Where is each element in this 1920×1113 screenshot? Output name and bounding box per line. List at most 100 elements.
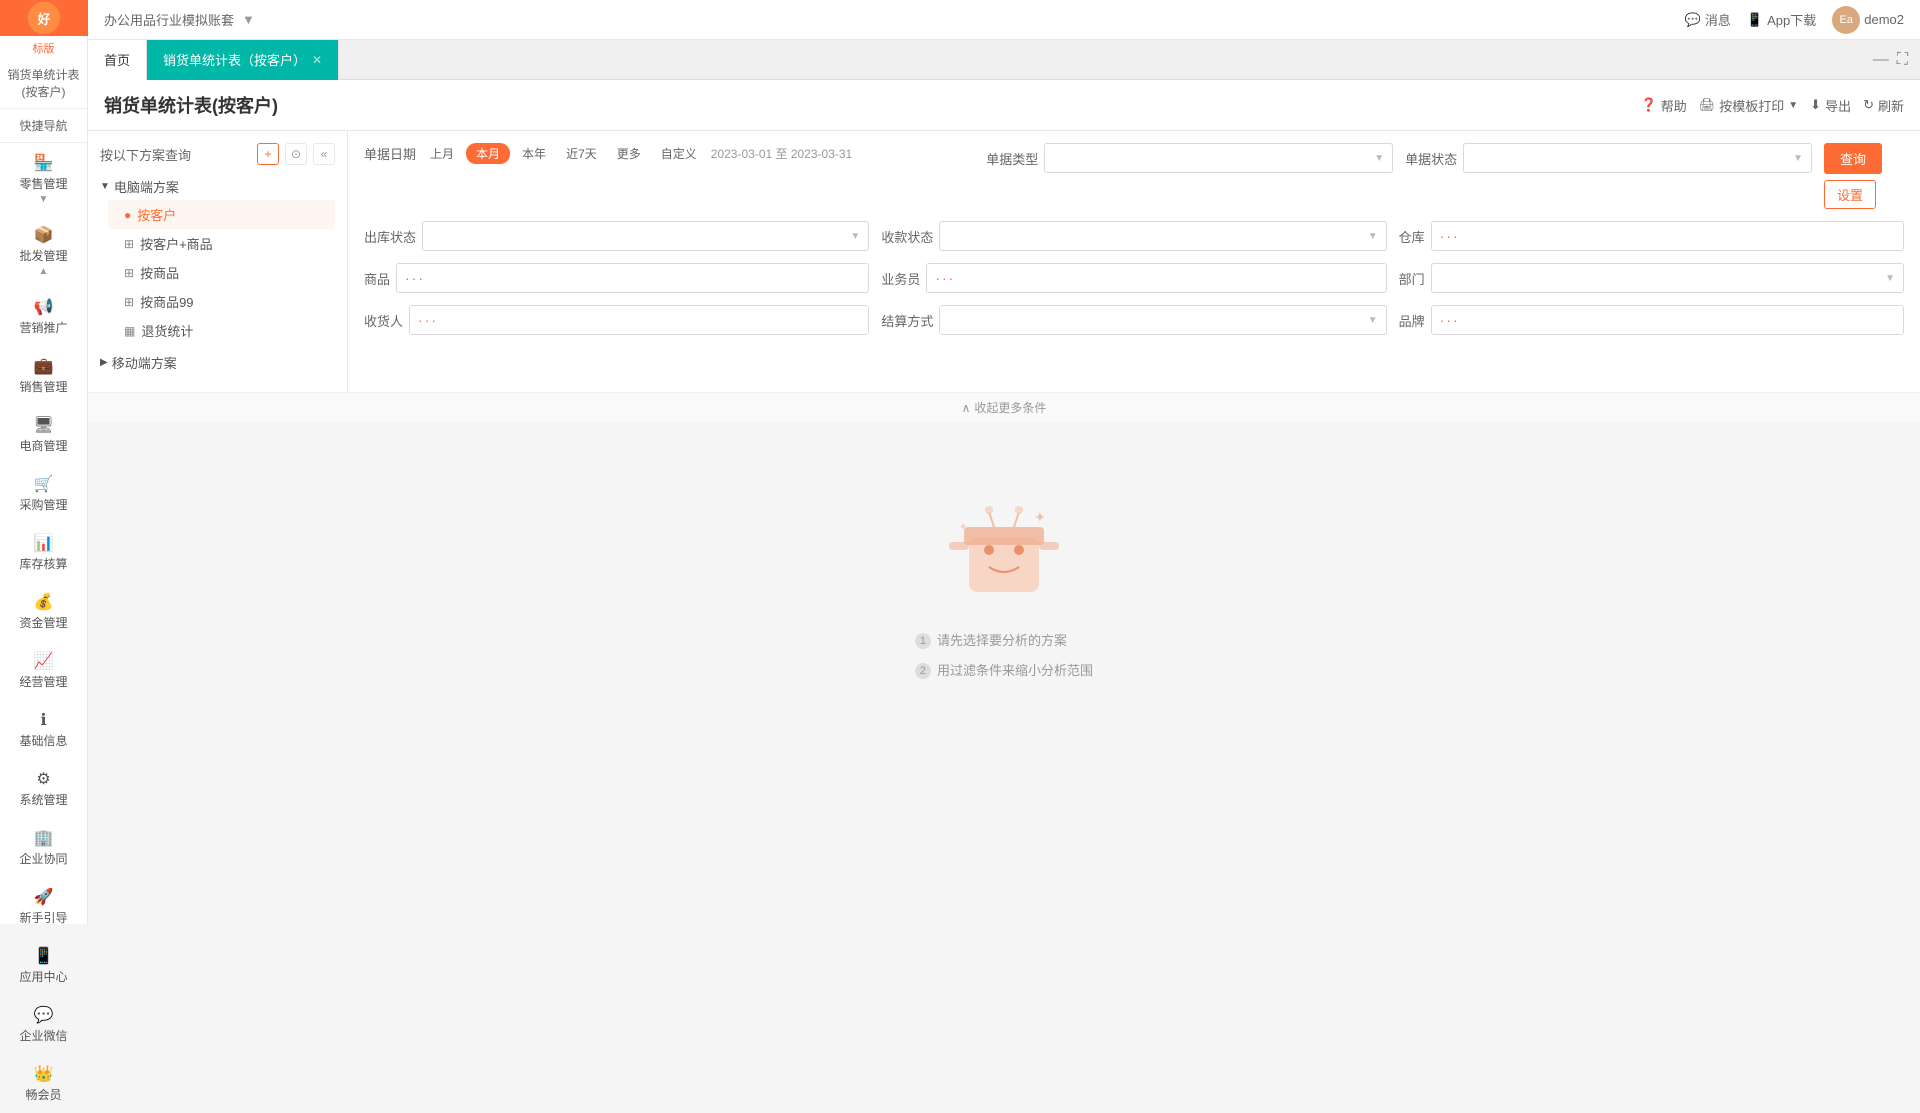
date-tab-last-7-days[interactable]: 近7天 xyxy=(558,143,605,164)
sidebar-item-retail[interactable]: 🏪 零售管理 ▼ xyxy=(0,143,87,215)
date-tab-this-year[interactable]: 本年 xyxy=(514,143,554,164)
sidebar-item-finance-label: 资金管理 xyxy=(19,614,67,631)
brand-input[interactable]: ··· xyxy=(1431,305,1904,335)
warehouse-input[interactable]: ··· xyxy=(1431,221,1904,251)
query-button[interactable]: 查询 xyxy=(1824,143,1882,174)
marketing-icon: 📢 xyxy=(34,297,54,317)
filter-edit-icon: ⊙ xyxy=(291,147,301,161)
header-page-title: 办公用品行业模拟账套 xyxy=(104,10,234,29)
settlement-input[interactable]: ▼ xyxy=(939,305,1386,335)
tab-close-btn[interactable]: ✕ xyxy=(312,53,322,67)
sidebar-item-sales[interactable]: 💼 销售管理 xyxy=(0,346,87,405)
brand-label: 品牌 xyxy=(1399,311,1425,330)
tab-home-label: 首页 xyxy=(104,50,130,69)
sidebar-item-system[interactable]: ⚙ 系统管理 xyxy=(0,759,87,818)
sidebar-item-operations[interactable]: 📈 经营管理 xyxy=(0,641,87,700)
empty-illustration: ✦ ✦ xyxy=(939,482,1069,612)
doc-type-input[interactable]: ▼ xyxy=(1044,143,1393,173)
sidebar-item-ecommerce[interactable]: 🖥 电商管理 xyxy=(0,405,87,464)
operations-icon: 📈 xyxy=(34,651,54,671)
goods-input[interactable]: ··· xyxy=(396,263,869,293)
filter-consignee-field: 收货人 ··· xyxy=(364,305,869,335)
sidebar: 好 标版 销货单统计表(按客户) 快捷导航 🏪 零售管理 ▼ 📦 批发管理 ▲ … xyxy=(0,0,88,924)
collapse-bar[interactable]: ∧ 收起更多条件 xyxy=(88,392,1920,422)
user-info[interactable]: Ea demo2 xyxy=(1832,6,1904,34)
sidebar-item-marketing-label: 营销推广 xyxy=(19,319,67,336)
sidebar-item-app-center[interactable]: 📱 应用中心 xyxy=(0,936,87,995)
tree-item-return-stat[interactable]: ▦ 退货统计 xyxy=(108,316,335,345)
date-tab-custom[interactable]: 自定义 xyxy=(653,143,705,164)
department-input[interactable]: ▼ xyxy=(1431,263,1904,293)
svg-text:✦: ✦ xyxy=(959,522,967,533)
print-btn[interactable]: 🖨 按模板打印 ▼ xyxy=(1699,96,1798,115)
date-tab-more[interactable]: 更多 xyxy=(609,143,649,164)
empty-svg: ✦ ✦ xyxy=(939,482,1069,612)
tree-item-by-customer-goods[interactable]: ⊞ 按客户+商品 xyxy=(108,229,335,258)
message-btn[interactable]: 💬 消息 xyxy=(1685,10,1731,29)
tree-item-by-goods-99[interactable]: ⊞ 按商品99 xyxy=(108,287,335,316)
return-stat-icon: ▦ xyxy=(124,324,135,338)
date-tab-this-month[interactable]: 本月 xyxy=(466,143,510,164)
sidebar-item-ecommerce-label: 电商管理 xyxy=(19,437,67,454)
refresh-icon: ↻ xyxy=(1863,97,1874,113)
help-icon: ❓ xyxy=(1641,97,1657,113)
consignee-input[interactable]: ··· xyxy=(409,305,869,335)
settings-button[interactable]: 设置 xyxy=(1824,180,1876,209)
filter-add-btn[interactable]: + xyxy=(257,143,279,165)
export-btn[interactable]: ⬇ 导出 xyxy=(1810,96,1851,115)
by-customer-goods-icon: ⊞ xyxy=(124,237,134,251)
tree-item-by-goods[interactable]: ⊞ 按商品 xyxy=(108,258,335,287)
salesperson-input[interactable]: ··· xyxy=(926,263,1386,293)
page-header: 销货单统计表(按客户) ❓ 帮助 🖨 按模板打印 ▼ ⬇ 导出 ↻ 刷新 xyxy=(88,80,1920,130)
filter-row-1: 单据日期 上月 本月 本年 近7天 更多 自定义 2023-03-01 至 20… xyxy=(364,143,1904,209)
header-dropdown-arrow[interactable]: ▼ xyxy=(242,12,255,27)
collection-status-input[interactable]: ▼ xyxy=(939,221,1386,251)
filter-goods-field: 商品 ··· xyxy=(364,263,869,293)
filter-collapse-btn[interactable]: « xyxy=(313,143,335,165)
by-customer-goods-label: 按客户+商品 xyxy=(140,234,213,253)
tab-sales-stat[interactable]: 销货单统计表（按客户） ✕ xyxy=(147,40,339,80)
tree-mobile-header[interactable]: ▶ 移动端方案 xyxy=(100,349,335,376)
filter-row-4: 收货人 ··· 结算方式 ▼ 品牌 xyxy=(364,305,1904,335)
search-label: 销货单统计表(按客户) xyxy=(4,66,83,100)
date-range: 2023-03-01 至 2023-03-31 xyxy=(711,145,852,162)
sidebar-item-app-center-label: 应用中心 xyxy=(19,968,67,985)
sidebar-item-marketing[interactable]: 📢 营销推广 xyxy=(0,287,87,346)
doc-status-input[interactable]: ▼ xyxy=(1463,143,1812,173)
consignee-label: 收货人 xyxy=(364,311,403,330)
sidebar-item-vip-label: 畅会员 xyxy=(25,1086,61,1103)
doc-type-label: 单据类型 xyxy=(986,149,1038,168)
sidebar-item-wechat[interactable]: 💬 企业微信 xyxy=(0,995,87,1054)
sidebar-item-finance[interactable]: 💰 资金管理 xyxy=(0,582,87,641)
sidebar-item-inventory[interactable]: 📊 库存核算 xyxy=(0,523,87,582)
tab-home[interactable]: 首页 xyxy=(88,40,147,80)
avatar: Ea xyxy=(1832,6,1860,34)
filter-salesperson-field: 业务员 ··· xyxy=(881,263,1386,293)
out-status-input[interactable]: ▼ xyxy=(422,221,869,251)
help-btn[interactable]: ❓ 帮助 xyxy=(1641,96,1687,115)
filter-row-2: 出库状态 ▼ 收款状态 ▼ 仓库 xyxy=(364,221,1904,251)
filter-brand-field: 品牌 ··· xyxy=(1399,305,1904,335)
sidebar-item-newbie[interactable]: 🚀 新手引导 xyxy=(0,877,87,936)
search-menu-item[interactable]: 销货单统计表(按客户) xyxy=(0,58,87,109)
filter-edit-btn[interactable]: ⊙ xyxy=(285,143,307,165)
sidebar-item-purchase[interactable]: 🛒 采购管理 xyxy=(0,464,87,523)
filter-doc-status-field: 单据状态 ▼ xyxy=(1405,143,1812,173)
tab-minimize-btn[interactable]: — xyxy=(1873,51,1889,69)
sidebar-item-basic-info[interactable]: ℹ 基础信息 xyxy=(0,700,87,759)
sales-icon: 💼 xyxy=(34,356,54,376)
tree-item-by-customer[interactable]: ● 按客户 xyxy=(108,200,335,229)
sidebar-item-vip[interactable]: 👑 畅会员 xyxy=(0,1054,87,1113)
tab-maximize-btn[interactable]: ⛶ xyxy=(1897,51,1908,69)
date-tab-last-month[interactable]: 上月 xyxy=(422,143,462,164)
quick-nav-item[interactable]: 快捷导航 xyxy=(0,109,87,143)
collapse-bar-label: 收起更多条件 xyxy=(974,399,1046,416)
app-download-btn[interactable]: 📱 App下载 xyxy=(1747,10,1816,29)
tree-mobile-label: 移动端方案 xyxy=(112,353,177,372)
sidebar-item-enterprise[interactable]: 🏢 企业协同 xyxy=(0,818,87,877)
refresh-btn[interactable]: ↻ 刷新 xyxy=(1863,96,1904,115)
tree-pc-header[interactable]: ▼ 电脑端方案 xyxy=(100,173,335,200)
sidebar-item-wholesale[interactable]: 📦 批发管理 ▲ xyxy=(0,215,87,287)
print-icon: 🖨 xyxy=(1699,97,1716,113)
department-label: 部门 xyxy=(1399,269,1425,288)
